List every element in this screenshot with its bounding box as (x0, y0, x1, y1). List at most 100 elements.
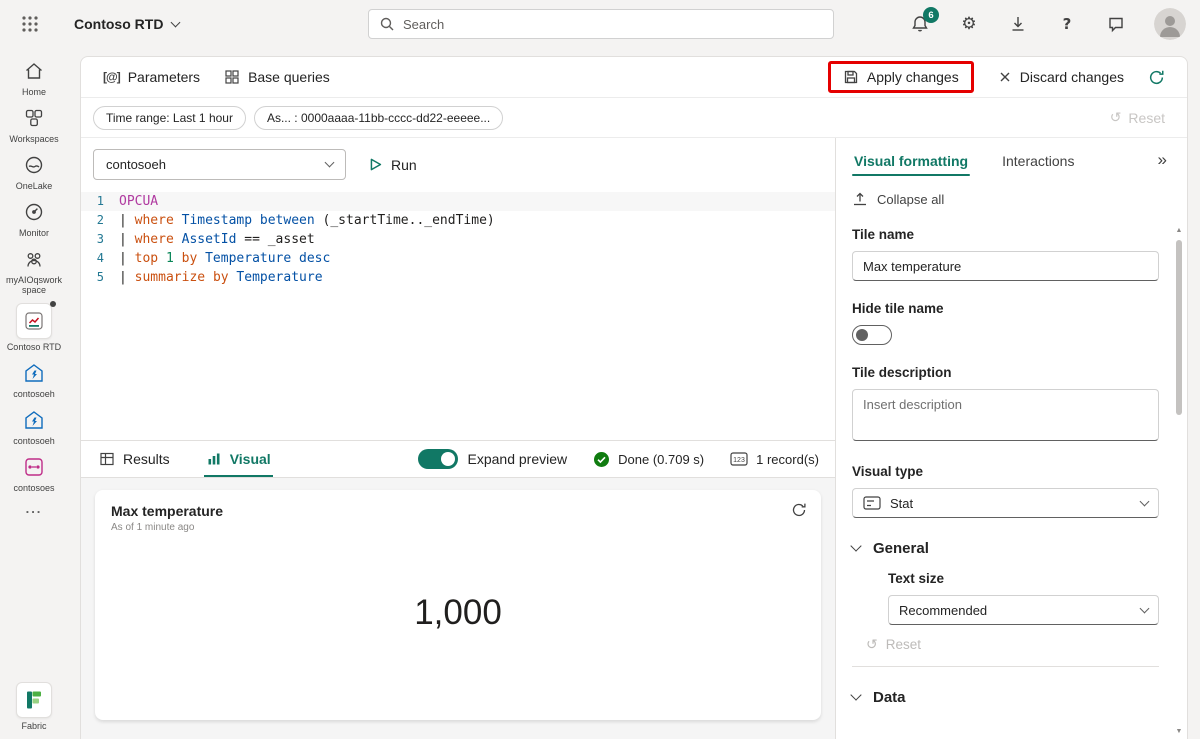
sidebar-item-label: OneLake (16, 181, 53, 191)
undo-icon: ↺ (1110, 111, 1122, 125)
stat-tile: Max temperature As of 1 minute ago 1,000 (95, 490, 821, 720)
expand-preview-toggle[interactable]: Expand preview (418, 449, 568, 469)
eventhouse-icon (21, 360, 47, 386)
time-range-pill[interactable]: Time range: Last 1 hour (93, 106, 246, 130)
code-line[interactable]: 3| where AssetId == _asset (81, 230, 835, 249)
line-number: 2 (81, 211, 119, 230)
sidebar-item-workspaces[interactable]: Workspaces (2, 105, 66, 144)
search-input[interactable] (403, 17, 823, 32)
collapse-all-button[interactable]: Collapse all (852, 191, 1159, 207)
asset-parameter-pill[interactable]: As... : 0000aaaa-11bb-cccc-dd22-eeeee... (254, 106, 503, 130)
chevron-down-icon (1140, 603, 1150, 613)
data-section-label: Data (873, 689, 906, 706)
tab-results[interactable]: Results (97, 441, 172, 477)
downloads-button[interactable] (1007, 13, 1029, 35)
tab-results-label: Results (123, 451, 170, 467)
notifications-button[interactable]: 6 (909, 13, 931, 35)
sidebar-item-home[interactable]: Home (2, 58, 66, 97)
tab-visual-formatting[interactable]: Visual formatting (852, 140, 970, 181)
tile-description-label: Tile description (852, 365, 1159, 380)
apply-changes-label: Apply changes (867, 69, 959, 85)
visual-preview-area: Max temperature As of 1 minute ago 1,000 (81, 478, 835, 739)
sidebar-item-monitor[interactable]: Monitor (2, 199, 66, 238)
tile-refresh-button[interactable] (791, 502, 807, 518)
sidebar-item-myaioqsworkspace[interactable]: myAIOqsworkspace (2, 246, 66, 295)
discard-changes-button[interactable]: Discard changes (986, 69, 1136, 85)
code-editor[interactable]: 1OPCUA2| where Timestamp between (_start… (81, 189, 835, 440)
hide-tile-name-label: Hide tile name (852, 301, 1159, 316)
realtime-dashboard-icon (23, 310, 45, 332)
tab-interactions[interactable]: Interactions (1000, 140, 1076, 181)
visual-type-dropdown[interactable]: Stat (852, 488, 1159, 518)
datasource-value: contosoeh (106, 157, 166, 172)
code-line[interactable]: 1OPCUA (81, 192, 835, 211)
panel-scrollbar[interactable]: ▲ ▼ (1174, 226, 1184, 737)
base-queries-label: Base queries (248, 69, 330, 85)
search-icon (379, 16, 395, 32)
collapse-panel-icon[interactable]: » (1158, 150, 1167, 170)
feedback-button[interactable] (1105, 13, 1127, 35)
edit-toolbar: [@] Parameters Base queries Apply change… (81, 57, 1187, 98)
run-button[interactable]: Run (368, 157, 417, 173)
sidebar-item-contosoes[interactable]: contosoes (2, 454, 66, 493)
avatar[interactable] (1154, 8, 1186, 40)
sidebar-item-contoso-rtd[interactable]: Contoso RTD (2, 303, 66, 352)
query-status-label: Done (0.709 s) (618, 452, 704, 467)
code-line[interactable]: 4| top 1 by Temperature desc (81, 249, 835, 268)
stat-value: 1,000 (111, 533, 805, 707)
base-queries-button[interactable]: Base queries (212, 57, 342, 97)
annotation-highlight: Apply changes (828, 61, 974, 93)
tile-name-input[interactable] (852, 251, 1159, 281)
text-size-dropdown[interactable]: Recommended (888, 595, 1159, 625)
hide-tile-name-toggle[interactable] (852, 325, 892, 345)
grid-icon (224, 69, 240, 85)
sidebar-item-contosoeh-1[interactable]: contosoeh (2, 360, 66, 399)
scrollbar-thumb[interactable] (1176, 240, 1182, 415)
sidebar-item-onelake[interactable]: OneLake (2, 152, 66, 191)
unsaved-dot (50, 301, 56, 307)
query-section: contosoeh Run 1OPCUA2| where Timestamp b… (81, 138, 835, 739)
sidebar-item-fabric[interactable]: Fabric (2, 682, 66, 731)
apply-changes-button[interactable]: Apply changes (841, 69, 961, 85)
sidebar-item-label: myAIOqsworkspace (4, 275, 64, 295)
code-line[interactable]: 2| where Timestamp between (_startTime..… (81, 211, 835, 230)
scroll-up-icon[interactable]: ▲ (1174, 226, 1184, 236)
reset-filters-button[interactable]: ↺ Reset (1110, 110, 1175, 126)
tile-description-input[interactable] (852, 389, 1159, 441)
help-button[interactable]: ? (1056, 13, 1078, 35)
data-section-header[interactable]: Data (852, 689, 1159, 706)
visual-type-value: Stat (890, 496, 913, 511)
parameters-label: Parameters (128, 69, 200, 85)
reset-button-disabled[interactable]: ↺ Reset (866, 637, 1159, 652)
sidebar-item-contosoeh-2[interactable]: contosoeh (2, 407, 66, 446)
editor-body: contosoeh Run 1OPCUA2| where Timestamp b… (81, 138, 1187, 739)
close-icon (998, 70, 1012, 84)
scroll-down-icon[interactable]: ▼ (1174, 727, 1184, 737)
line-number: 3 (81, 230, 119, 249)
toolbar-right: Apply changes Discard changes (828, 61, 1177, 93)
text-size-label: Text size (888, 571, 1159, 586)
settings-button[interactable]: ⚙ (958, 13, 980, 35)
app-launcher-icon[interactable] (16, 10, 44, 38)
sidebar-item-more[interactable]: ... (2, 501, 66, 516)
workspace-switcher[interactable]: Contoso RTD (74, 16, 179, 32)
general-section-header[interactable]: General (852, 540, 1159, 557)
tab-visual[interactable]: Visual (204, 441, 273, 477)
onelake-icon (21, 152, 47, 178)
line-number: 5 (81, 268, 119, 287)
stat-icon (863, 496, 881, 510)
reset-filters-label: Reset (1128, 110, 1165, 126)
collapse-all-icon (852, 191, 868, 207)
parameters-button[interactable]: [@] Parameters (91, 57, 212, 97)
sidebar-item-label: Contoso RTD (7, 342, 61, 352)
record-count-label: 1 record(s) (756, 452, 819, 467)
code-line[interactable]: 5| summarize by Temperature (81, 268, 835, 287)
expand-preview-label: Expand preview (468, 451, 568, 467)
sidebar-item-label: Monitor (19, 228, 49, 238)
monitor-icon (21, 199, 47, 225)
record-count: 123 1 record(s) (730, 452, 819, 467)
refresh-button[interactable] (1136, 69, 1177, 86)
sidebar-item-label: contosoeh (13, 436, 55, 446)
table-icon (99, 451, 115, 467)
datasource-dropdown[interactable]: contosoeh (93, 149, 346, 180)
